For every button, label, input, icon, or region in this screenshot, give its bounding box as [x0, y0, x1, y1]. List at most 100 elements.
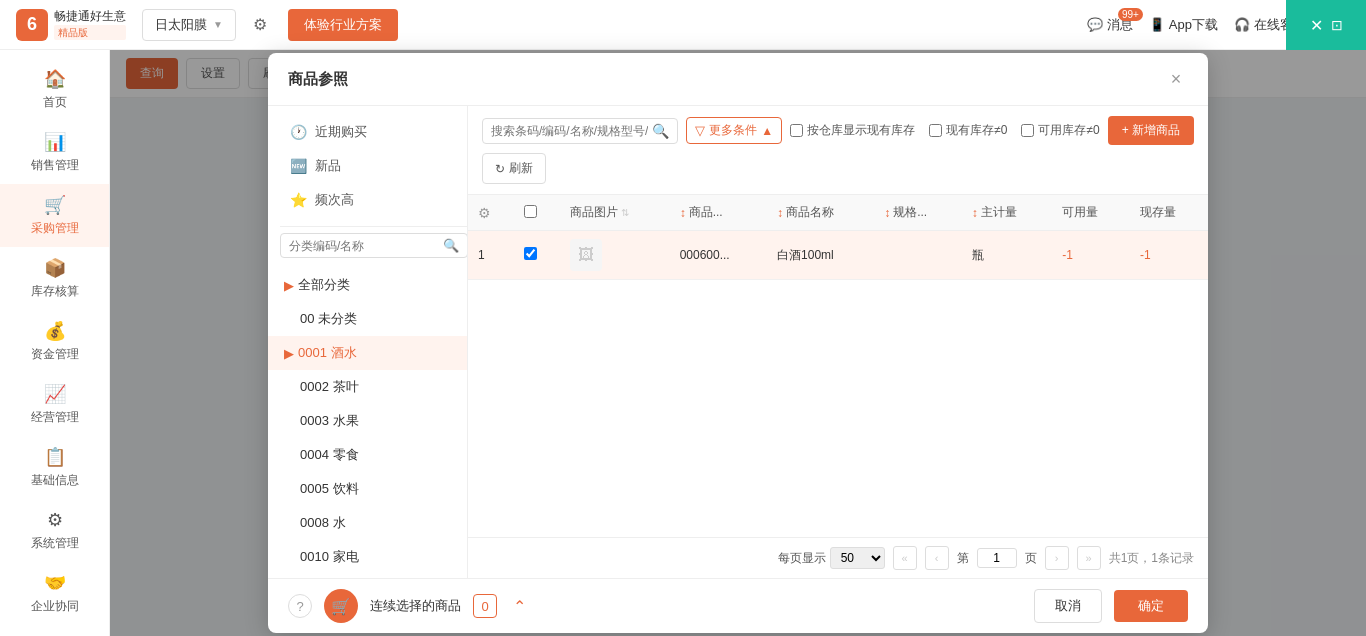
collapse-icon[interactable]: ⌃ [513, 597, 526, 616]
page-label2: 页 [1025, 550, 1037, 567]
logo-icon: 6 [16, 9, 48, 41]
page-prev-btn[interactable]: ‹ [925, 546, 949, 570]
teal-close-icon[interactable]: ✕ [1310, 16, 1323, 35]
category-search-icon[interactable]: 🔍 [443, 238, 459, 253]
product-table-wrap: ⚙ 商品图片 ⇅ [468, 195, 1208, 537]
col-available: 可用量 [1052, 195, 1130, 231]
sidebar-item-guide[interactable]: 🎯 新手引导 [0, 625, 109, 636]
sidebar-label: 系统管理 [31, 535, 79, 552]
cell-unit: 瓶 [962, 231, 1052, 280]
add-product-btn[interactable]: + 新增商品 [1108, 116, 1194, 145]
trial-btn[interactable]: 体验行业方案 [288, 9, 398, 41]
checkbox-group: 按仓库显示现有库存 现有库存≠0 可用库存≠0 [790, 122, 1100, 139]
sidebar-label: 经营管理 [31, 409, 79, 426]
help-icon[interactable]: ? [288, 594, 312, 618]
category-00[interactable]: 00 未分类 [268, 302, 468, 336]
app-download-nav-item[interactable]: 📱 App下载 [1149, 16, 1218, 34]
sidebar-label: 采购管理 [31, 220, 79, 237]
col-code[interactable]: ↕ 商品... [670, 195, 767, 231]
enterprise-icon: 🤝 [44, 572, 66, 594]
sidebar-item-inventory[interactable]: 📦 库存核算 [0, 247, 109, 310]
category-0003[interactable]: 0003 水果 [268, 404, 468, 438]
filter-btn[interactable]: ▽ 更多条件 ▲ [686, 117, 782, 144]
teal-area: ✕ ⊡ [1286, 0, 1366, 50]
sidebar-item-finance[interactable]: 💰 资金管理 [0, 310, 109, 373]
sidebar: 🏠 首页 📊 销售管理 🛒 采购管理 📦 库存核算 💰 资金管理 📈 经营管理 … [0, 50, 110, 636]
logo-text: 畅捷通好生意 精品版 [54, 9, 126, 40]
col-spec[interactable]: ↕ 规格... [874, 195, 962, 231]
category-search[interactable]: 🔍 [280, 233, 468, 258]
inventory-icon: 📦 [44, 257, 66, 279]
modal-left-panel: 🕐 近期购买 🆕 新品 ⭐ 频次高 [268, 106, 468, 578]
page-total: 共1页，1条记录 [1109, 550, 1194, 567]
category-search-input[interactable] [289, 239, 439, 253]
logo: 6 畅捷通好生意 精品版 [16, 9, 126, 41]
cell-code: 000600... [670, 231, 767, 280]
col-gear[interactable]: ⚙ [468, 195, 514, 231]
category-all[interactable]: ▶ 全部分类 [268, 268, 468, 302]
sales-icon: 📊 [44, 131, 66, 153]
tab-high-frequency[interactable]: ⭐ 频次高 [280, 184, 455, 216]
category-0010[interactable]: 0010 家电 [268, 540, 468, 574]
sidebar-item-purchase[interactable]: 🛒 采购管理 [0, 184, 109, 247]
product-thumbnail: 🖼 [570, 239, 602, 271]
category-0001[interactable]: ▶ 0001 酒水 [268, 336, 468, 370]
page-size-dropdown[interactable]: 50 100 200 [830, 547, 885, 569]
cell-check[interactable] [514, 231, 560, 280]
category-arrow-all: ▶ [284, 278, 294, 293]
category-0002[interactable]: 0002 茶叶 [268, 370, 468, 404]
selected-count: 0 [473, 594, 497, 618]
page-next-btn[interactable]: › [1045, 546, 1069, 570]
col-unit[interactable]: ↕ 主计量 [962, 195, 1052, 231]
sort-arrow-code: ↕ [680, 206, 686, 220]
col-check[interactable] [514, 195, 560, 231]
cell-stock: -1 [1130, 231, 1208, 280]
select-all-checkbox[interactable] [524, 205, 537, 218]
table-row[interactable]: 1 🖼 000600... 白酒100ml [468, 231, 1208, 280]
messages-nav-item[interactable]: 💬 消息 99+ [1087, 16, 1133, 34]
sidebar-label: 库存核算 [31, 283, 79, 300]
refresh-btn[interactable]: ↻ 刷新 [482, 153, 546, 184]
category-0005[interactable]: 0005 饮料 [268, 472, 468, 506]
sidebar-item-system[interactable]: ⚙ 系统管理 [0, 499, 109, 562]
checkbox-available-nonzero[interactable]: 可用库存≠0 [1021, 122, 1099, 139]
sidebar-item-basic[interactable]: 📋 基础信息 [0, 436, 109, 499]
page-first-btn[interactable]: « [893, 546, 917, 570]
category-0008[interactable]: 0008 水 [268, 506, 468, 540]
checkbox-by-warehouse[interactable]: 按仓库显示现有库存 [790, 122, 915, 139]
selected-label: 连续选择的商品 [370, 597, 461, 615]
col-stock: 现存量 [1130, 195, 1208, 231]
sidebar-item-operation[interactable]: 📈 经营管理 [0, 373, 109, 436]
modal-close-btn[interactable]: × [1164, 67, 1188, 91]
sidebar-item-sales[interactable]: 📊 销售管理 [0, 121, 109, 184]
page-last-btn[interactable]: » [1077, 546, 1101, 570]
product-search-icon[interactable]: 🔍 [652, 123, 669, 139]
sort-icon: ⇅ [621, 207, 629, 218]
page-size-select: 每页显示 50 100 200 [778, 547, 885, 569]
sidebar-item-enterprise[interactable]: 🤝 企业协同 [0, 562, 109, 625]
tab-recent-purchase[interactable]: 🕐 近期购买 [280, 116, 455, 148]
settings-icon[interactable]: ⚙ [244, 9, 276, 41]
cancel-btn[interactable]: 取消 [1034, 589, 1102, 623]
sort-arrow-unit: ↕ [972, 206, 978, 220]
gear-icon[interactable]: ⚙ [478, 205, 491, 221]
tab-new-products[interactable]: 🆕 新品 [280, 150, 455, 182]
new-icon: 🆕 [290, 158, 307, 174]
confirm-btn[interactable]: 确定 [1114, 590, 1188, 622]
checkbox-stock-nonzero[interactable]: 现有库存≠0 [929, 122, 1007, 139]
product-search-input[interactable] [491, 124, 648, 138]
store-selector[interactable]: 日太阳膜 ▼ [142, 9, 236, 41]
product-search-box[interactable]: 🔍 [482, 118, 678, 144]
category-0004[interactable]: 0004 零食 [268, 438, 468, 472]
message-badge: 99+ [1118, 8, 1143, 21]
cell-available: -1 [1052, 231, 1130, 280]
store-name: 日太阳膜 [155, 16, 207, 34]
category-list: ▶ 全部分类 00 未分类 ▶ 0001 酒水 [268, 264, 468, 578]
col-image: 商品图片 ⇅ [560, 195, 670, 231]
col-name[interactable]: ↕ 商品名称 [767, 195, 874, 231]
sidebar-item-home[interactable]: 🏠 首页 [0, 58, 109, 121]
page-number-input[interactable] [977, 548, 1017, 568]
teal-expand-icon[interactable]: ⊡ [1331, 17, 1343, 33]
finance-icon: 💰 [44, 320, 66, 342]
cart-icon[interactable]: 🛒 [324, 589, 358, 623]
